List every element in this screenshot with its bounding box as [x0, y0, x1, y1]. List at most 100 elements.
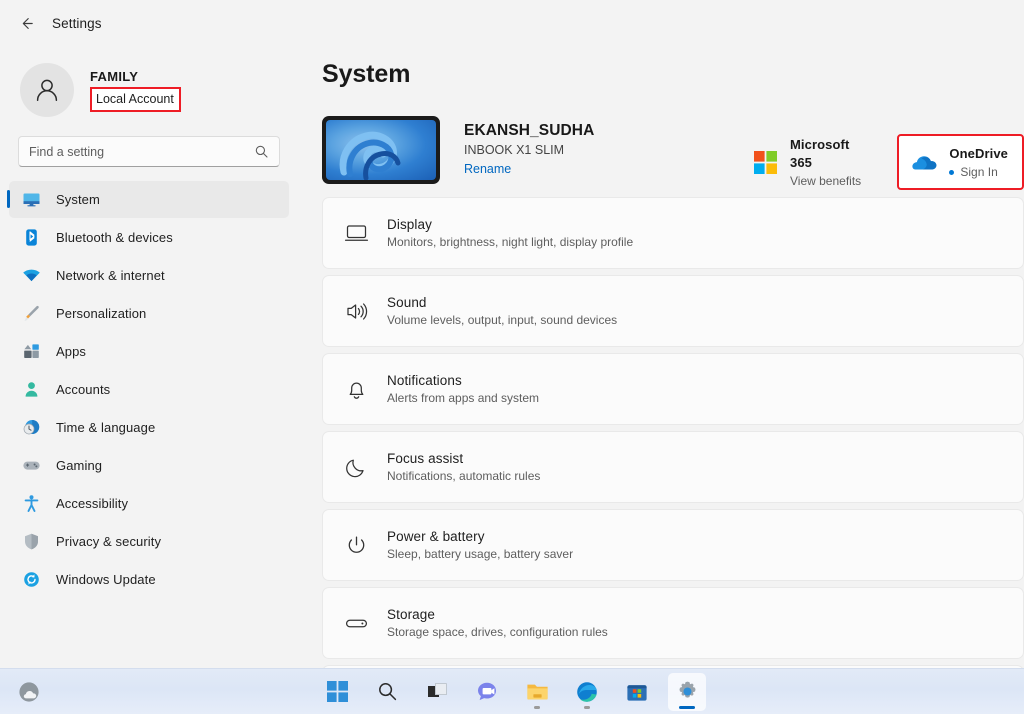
task-view-icon: [427, 683, 447, 697]
settings-card-sound[interactable]: Sound Volume levels, output, input, soun…: [322, 275, 1024, 347]
sidebar-item-accessibility[interactable]: Accessibility: [9, 485, 289, 522]
search-box[interactable]: [18, 136, 280, 167]
back-button[interactable]: [10, 8, 44, 38]
storage-drive-icon: [339, 611, 373, 636]
onedrive-cloud-icon: [909, 153, 939, 172]
microsoft-365-tile[interactable]: Microsoft 365 View benefits: [740, 128, 881, 196]
taskbar-chat-button[interactable]: [468, 673, 506, 711]
sidebar-item-apps[interactable]: Apps: [9, 333, 289, 370]
card-title: Sound: [387, 295, 427, 310]
update-refresh-icon: [20, 570, 42, 590]
onedrive-text: OneDrive Sign In: [949, 145, 1008, 179]
back-arrow-icon: [22, 17, 33, 29]
taskbar: [0, 668, 1024, 714]
sidebar-item-label: Accessibility: [56, 496, 129, 511]
monitor-icon: [20, 190, 42, 210]
sidebar-item-system[interactable]: System: [7, 181, 289, 218]
taskbar-file-explorer-button[interactable]: [518, 673, 556, 711]
search-section: [0, 122, 298, 167]
sidebar-nav: System Bluetooth & devices Network & int…: [0, 181, 298, 598]
settings-card-list: Display Monitors, brightness, night ligh…: [298, 185, 1024, 668]
device-model: INBOOK X1 SLIM: [464, 143, 565, 157]
card-subtitle: Monitors, brightness, night light, displ…: [387, 235, 634, 249]
card-text: Notifications Alerts from apps and syste…: [387, 373, 539, 405]
shield-icon: [20, 532, 42, 552]
sidebar-item-label: Bluetooth & devices: [56, 230, 173, 245]
onedrive-signin-label: Sign In: [960, 165, 998, 179]
moon-icon: [339, 455, 373, 480]
account-text: FAMILY Local Account: [90, 69, 181, 112]
person-avatar-icon: [36, 79, 58, 101]
file-explorer-icon: [526, 684, 548, 700]
sidebar-item-label: Privacy & security: [56, 534, 162, 549]
power-icon: [339, 533, 373, 558]
sidebar: FAMILY Local Account Find a setting Syst…: [0, 46, 298, 668]
search-input[interactable]: [19, 144, 254, 159]
taskbar-running-indicator: [584, 705, 590, 709]
card-title: Focus assist: [387, 451, 464, 466]
search-icon: [254, 144, 279, 159]
card-subtitle: Sleep, battery usage, battery saver: [387, 547, 574, 561]
sidebar-item-label: Network & internet: [56, 268, 165, 283]
local-account-highlight: Local Account: [90, 86, 181, 112]
onedrive-tile[interactable]: OneDrive Sign In: [897, 134, 1024, 190]
rename-link[interactable]: Rename: [464, 162, 511, 176]
sidebar-item-accounts[interactable]: Accounts: [9, 371, 289, 408]
card-text: Power & battery Sleep, battery usage, ba…: [387, 529, 573, 561]
onedrive-title: OneDrive: [949, 146, 1008, 161]
sidebar-item-privacy-security[interactable]: Privacy & security: [9, 523, 289, 560]
card-text: Sound Volume levels, output, input, soun…: [387, 295, 617, 327]
sidebar-item-personalization[interactable]: Personalization: [9, 295, 289, 332]
sidebar-item-windows-update[interactable]: Windows Update: [9, 561, 289, 598]
taskbar-microsoft-store-button[interactable]: [618, 673, 656, 711]
taskbar-search-button[interactable]: [368, 673, 406, 711]
settings-card-display[interactable]: Display Monitors, brightness, night ligh…: [322, 197, 1024, 269]
taskbar-settings-button[interactable]: [668, 672, 706, 711]
card-subtitle: Notifications, automatic rules: [387, 469, 541, 483]
accessibility-person-icon: [20, 494, 42, 514]
chat-teams-icon: [478, 682, 496, 700]
taskbar-edge-button[interactable]: [568, 673, 606, 711]
search-icon: [378, 683, 396, 701]
microsoft-365-title: Microsoft 365: [790, 137, 850, 170]
gamepad-icon: [20, 456, 42, 476]
card-subtitle: Volume levels, output, input, sound devi…: [387, 313, 618, 327]
card-subtitle: Alerts from apps and system: [387, 391, 540, 405]
avatar: [20, 63, 74, 117]
card-subtitle: Storage space, drives, configuration rul…: [387, 625, 608, 639]
taskbar-start-button[interactable]: [318, 673, 356, 711]
onedrive-status: Sign In: [949, 165, 1008, 179]
settings-window: Settings FAMILY Local Account Find a set…: [0, 0, 1024, 714]
display-monitor-icon: [339, 221, 373, 246]
device-meta: EKANSH_SUDHA INBOOK X1 SLIM Rename: [464, 122, 594, 178]
clock-globe-icon: [20, 418, 42, 438]
account-type: Local Account: [96, 91, 174, 106]
sidebar-item-bluetooth-devices[interactable]: Bluetooth & devices: [9, 219, 289, 256]
sidebar-item-label: System: [56, 192, 100, 207]
card-title: Notifications: [387, 373, 462, 388]
settings-card-storage[interactable]: Storage Storage space, drives, configura…: [322, 587, 1024, 659]
settings-card-notifications[interactable]: Notifications Alerts from apps and syste…: [322, 353, 1024, 425]
taskbar-task-view-button[interactable]: [418, 673, 456, 711]
laptop-wallpaper-thumbnail: [322, 116, 440, 184]
status-dot-icon: [949, 169, 955, 175]
settings-card-power-battery[interactable]: Power & battery Sleep, battery usage, ba…: [322, 509, 1024, 581]
sidebar-item-label: Personalization: [56, 306, 147, 321]
microsoft-logo-icon: [750, 150, 780, 174]
card-text: Focus assist Notifications, automatic ru…: [387, 451, 540, 483]
account-section[interactable]: FAMILY Local Account: [0, 46, 298, 122]
card-text: Storage Storage space, drives, configura…: [387, 607, 608, 639]
settings-card-focus-assist[interactable]: Focus assist Notifications, automatic ru…: [322, 431, 1024, 503]
card-text: Display Monitors, brightness, night ligh…: [387, 217, 633, 249]
wifi-icon: [20, 266, 42, 286]
taskbar-active-indicator: [679, 705, 695, 709]
microsoft-365-text: Microsoft 365 View benefits: [790, 136, 871, 188]
account-name: FAMILY: [90, 68, 139, 84]
sidebar-item-time-language[interactable]: Time & language: [9, 409, 289, 446]
weather-cloud-icon[interactable]: [14, 677, 44, 707]
sidebar-item-gaming[interactable]: Gaming: [9, 447, 289, 484]
sidebar-item-label: Windows Update: [56, 572, 156, 587]
window-title: Settings: [52, 15, 102, 31]
sidebar-item-network-internet[interactable]: Network & internet: [9, 257, 289, 294]
windows-start-icon: [326, 681, 348, 702]
